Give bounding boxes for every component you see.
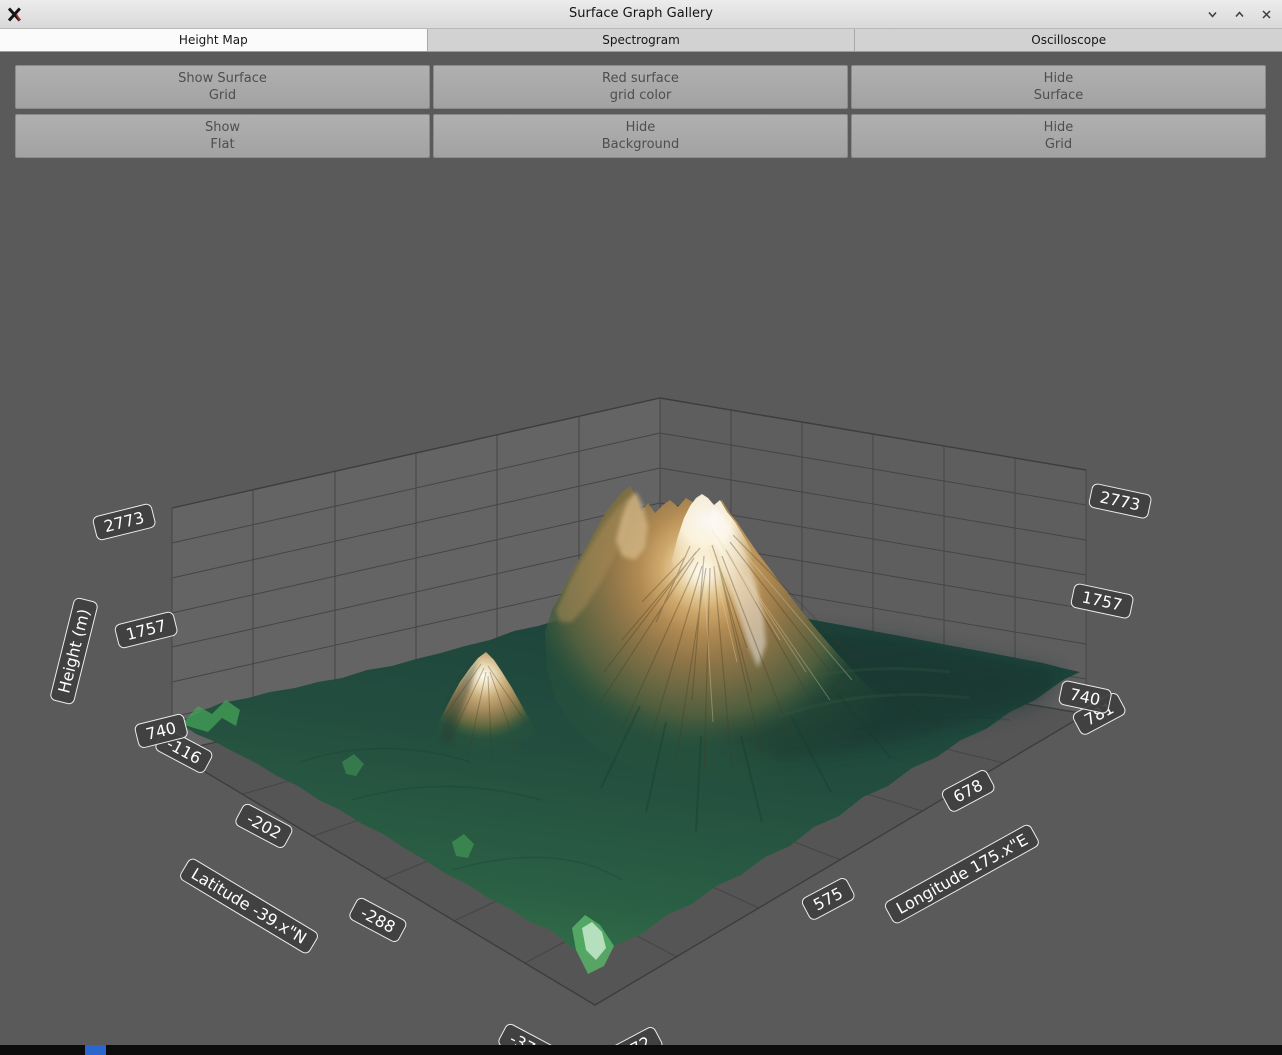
button-label: Grid (1045, 136, 1072, 153)
hide-surface-button[interactable]: Hide Surface (851, 65, 1266, 109)
red-surface-grid-color-button[interactable]: Red surface grid color (433, 65, 848, 109)
hide-grid-button[interactable]: Hide Grid (851, 114, 1266, 158)
button-label: Surface (1034, 87, 1084, 104)
titlebar[interactable]: Surface Graph Gallery (0, 0, 1282, 29)
taskbar-icon[interactable] (85, 1045, 106, 1055)
button-label: Hide (1044, 119, 1074, 136)
chevron-up-icon (1233, 8, 1246, 21)
tab-oscilloscope[interactable]: Oscilloscope (855, 29, 1282, 51)
button-label: Hide (626, 119, 656, 136)
surface-controls: Show Surface Grid Red surface grid color… (15, 65, 1266, 158)
tab-height-map[interactable]: Height Map (0, 29, 428, 51)
button-label: Hide (1044, 70, 1074, 87)
window-title: Surface Graph Gallery (0, 0, 1282, 28)
app-window: Surface Graph Gallery Height Map Spectro… (0, 0, 1282, 1045)
button-label: Background (602, 136, 680, 153)
hide-background-button[interactable]: Hide Background (433, 114, 848, 158)
maximize-button[interactable] (1231, 6, 1247, 22)
close-button[interactable] (1258, 6, 1274, 22)
show-flat-button[interactable]: Show Flat (15, 114, 430, 158)
chevron-down-icon (1206, 8, 1219, 21)
shade-button[interactable] (1204, 6, 1220, 22)
button-label: Red surface (602, 70, 679, 87)
button-label: Grid (209, 87, 236, 104)
button-label: Flat (210, 136, 234, 153)
button-label: grid color (610, 87, 672, 104)
button-label: Show Surface (178, 70, 267, 87)
tab-spectrogram[interactable]: Spectrogram (428, 29, 856, 51)
show-surface-grid-button[interactable]: Show Surface Grid (15, 65, 430, 109)
button-label: Show (205, 119, 240, 136)
tab-bar: Height Map Spectrogram Oscilloscope (0, 29, 1282, 52)
close-icon (1260, 8, 1273, 21)
taskbar-strip (0, 1045, 1282, 1055)
